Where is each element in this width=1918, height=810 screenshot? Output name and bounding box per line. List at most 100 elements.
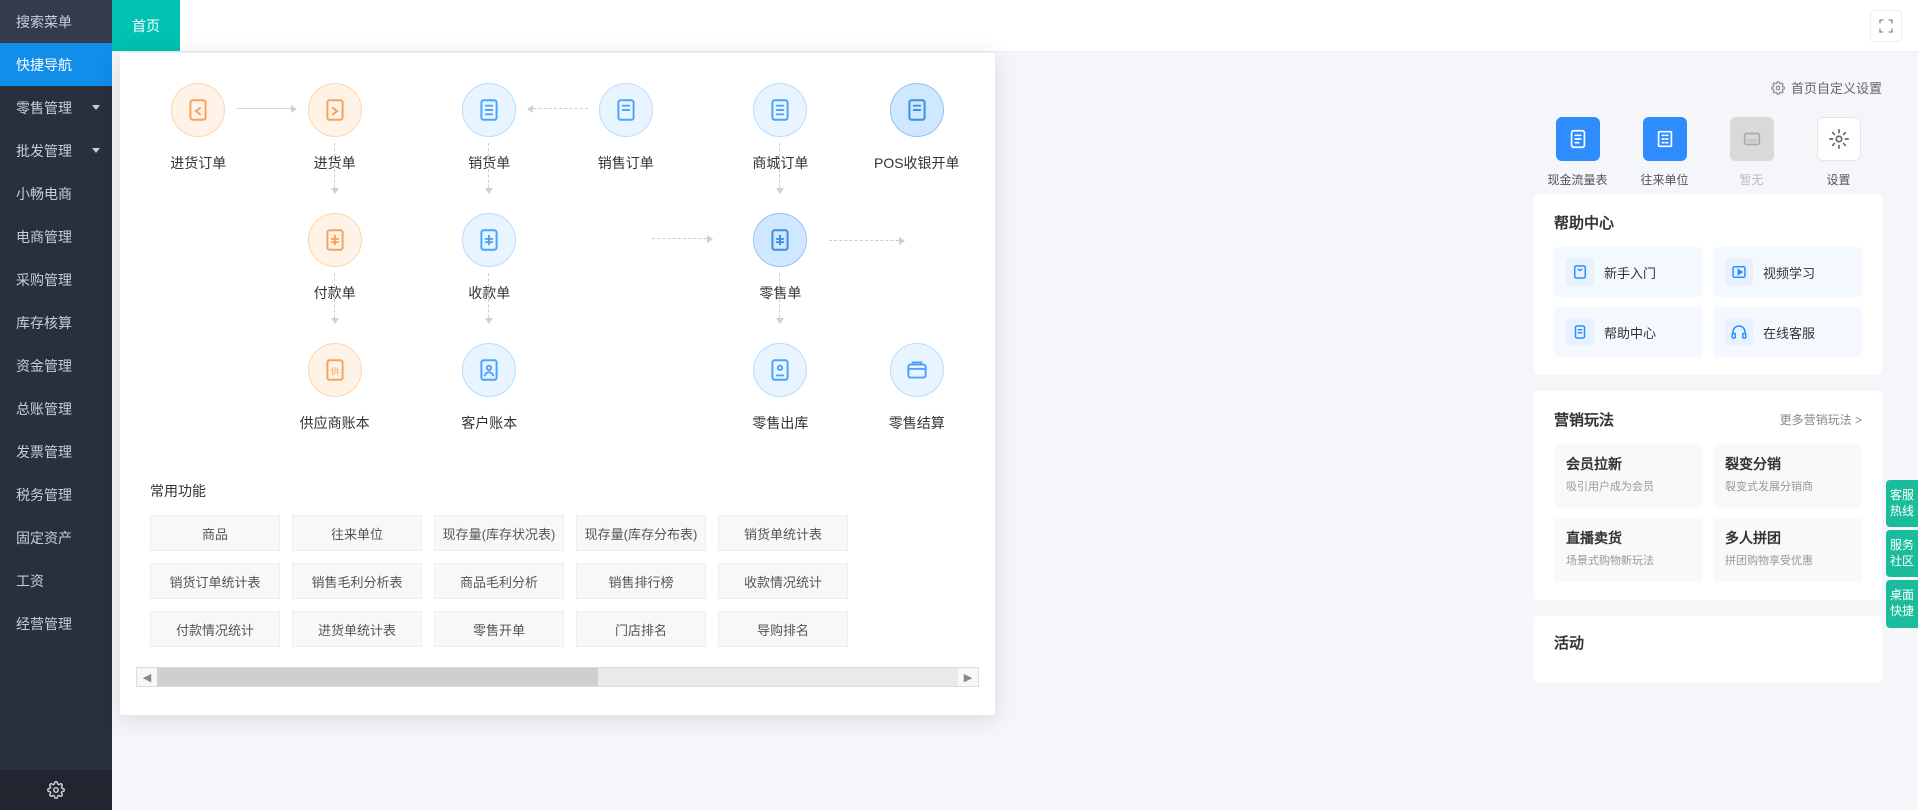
quick-shortcut-3[interactable]: 设置 xyxy=(1799,117,1879,188)
sidebar-item-0[interactable]: 搜索菜单 xyxy=(0,0,112,43)
sidebar-item-10[interactable]: 发票管理 xyxy=(0,430,112,473)
flow-node-label: 进货订单 xyxy=(130,153,266,173)
common-fn-12[interactable]: 零售开单 xyxy=(434,611,564,647)
sidebar-item-6[interactable]: 采购管理 xyxy=(0,258,112,301)
flow-row-0: 进货订单进货单销货单销售订单商城订单POS收银开单 xyxy=(120,83,995,213)
sidebar-item-5[interactable]: 电商管理 xyxy=(0,215,112,258)
sidebar-item-11[interactable]: 税务管理 xyxy=(0,473,112,516)
promo-more-link[interactable]: 更多营销玩法 > xyxy=(1780,411,1862,428)
home-custom-setting-link[interactable]: 首页自定义设置 xyxy=(1534,78,1882,97)
quick-shortcut-1[interactable]: 往来单位 xyxy=(1625,117,1705,188)
flow-node-进货订单[interactable]: 进货订单 xyxy=(130,83,266,213)
sidebar-item-3[interactable]: 批发管理 xyxy=(0,129,112,172)
sidebar-item-4[interactable]: 小畅电商 xyxy=(0,172,112,215)
list-icon xyxy=(462,83,516,137)
sidebar-item-label: 发票管理 xyxy=(16,442,72,462)
flow-node-商城订单[interactable]: 商城订单 xyxy=(712,83,848,213)
scroll-left-button[interactable]: ◀ xyxy=(137,668,157,686)
right-column: 首页自定义设置 现金流量表往来单位icon暂无设置 帮助中心 新手入门视频学习帮… xyxy=(1534,72,1882,683)
promo-item-3[interactable]: 多人拼团拼团购物享受优惠 xyxy=(1713,518,1862,582)
play-icon xyxy=(1725,258,1753,286)
quick-shortcut-2[interactable]: icon 暂无 xyxy=(1712,117,1792,188)
flow-node-供应商账本[interactable]: 供供应商账本 xyxy=(266,343,402,473)
outbound-icon xyxy=(753,343,807,397)
common-fn-7[interactable]: 商品毛利分析 xyxy=(434,563,564,599)
scroll-thumb[interactable] xyxy=(157,668,598,686)
sidebar-settings-button[interactable] xyxy=(0,770,112,810)
help-item-3[interactable]: 在线客服 xyxy=(1713,307,1862,357)
activity-card: 活动 xyxy=(1534,616,1882,683)
sidebar-item-label: 快捷导航 xyxy=(16,55,72,75)
sidebar-item-13[interactable]: 工资 xyxy=(0,559,112,602)
doc-out-icon xyxy=(308,83,362,137)
flow-row-2: 供供应商账本客户账本 零售出库零售结算 xyxy=(120,343,995,473)
promo-item-1[interactable]: 裂变分销裂变式发展分销商 xyxy=(1713,444,1862,508)
sidebar-item-label: 小畅电商 xyxy=(16,184,72,204)
sidebar-item-2[interactable]: 零售管理 xyxy=(0,86,112,129)
arrow-down-icon xyxy=(334,273,336,323)
tab-home[interactable]: 首页 xyxy=(112,0,180,51)
list-icon xyxy=(753,83,807,137)
settle-icon xyxy=(890,343,944,397)
sidebar-item-14[interactable]: 经营管理 xyxy=(0,602,112,645)
quick-shortcuts: 现金流量表往来单位 icon 暂无设置 xyxy=(1534,109,1882,194)
flow-node-进货单[interactable]: 进货单 xyxy=(266,83,402,213)
common-fn-2[interactable]: 现存量(库存状况表) xyxy=(434,515,564,551)
ribbon-item-0[interactable]: 客服热线 xyxy=(1886,480,1918,527)
scroll-right-button[interactable]: ▶ xyxy=(958,668,978,686)
common-fn-13[interactable]: 门店排名 xyxy=(576,611,706,647)
flow-node-零售结算[interactable]: 零售结算 xyxy=(849,343,985,473)
common-fn-5[interactable]: 销货订单统计表 xyxy=(150,563,280,599)
common-fn-8[interactable]: 销售排行榜 xyxy=(576,563,706,599)
promo-item-title: 直播卖货 xyxy=(1566,528,1691,548)
doc-in-icon xyxy=(171,83,225,137)
help-item-label: 在线客服 xyxy=(1763,323,1815,342)
sidebar-item-9[interactable]: 总账管理 xyxy=(0,387,112,430)
svg-text:icon: icon xyxy=(1746,138,1756,144)
sidebar-item-8[interactable]: 资金管理 xyxy=(0,344,112,387)
help-item-2[interactable]: 帮助中心 xyxy=(1554,307,1703,357)
doc-icon xyxy=(1556,117,1600,161)
sidebar-item-7[interactable]: 库存核算 xyxy=(0,301,112,344)
common-fn-6[interactable]: 销售毛利分析表 xyxy=(292,563,422,599)
scroll-track[interactable] xyxy=(157,668,958,686)
common-fn-0[interactable]: 商品 xyxy=(150,515,280,551)
horizontal-scrollbar[interactable]: ◀ ▶ xyxy=(136,667,979,687)
common-fn-14[interactable]: 导购排名 xyxy=(718,611,848,647)
common-fn-10[interactable]: 付款情况统计 xyxy=(150,611,280,647)
common-fn-3[interactable]: 现存量(库存分布表) xyxy=(576,515,706,551)
flow-node-零售出库[interactable]: 零售出库 xyxy=(712,343,848,473)
flow-node-销货单[interactable]: 销货单 xyxy=(421,83,557,213)
promo-item-title: 裂变分销 xyxy=(1725,454,1850,474)
flow-node-零售单[interactable]: 零售单 xyxy=(712,213,848,343)
common-fn-9[interactable]: 收款情况统计 xyxy=(718,563,848,599)
fullscreen-button[interactable] xyxy=(1870,10,1902,42)
help-item-label: 帮助中心 xyxy=(1604,323,1656,342)
sidebar-item-label: 搜索菜单 xyxy=(16,12,72,32)
money-icon xyxy=(308,213,362,267)
help-item-0[interactable]: 新手入门 xyxy=(1554,247,1703,297)
common-fn-1[interactable]: 往来单位 xyxy=(292,515,422,551)
money-icon xyxy=(462,213,516,267)
ribbon-item-1[interactable]: 服务社区 xyxy=(1886,530,1918,577)
flow-node-收款单[interactable]: 收款单 xyxy=(421,213,557,343)
common-fn-4[interactable]: 销货单统计表 xyxy=(718,515,848,551)
promo-item-title: 多人拼团 xyxy=(1725,528,1850,548)
common-fn-11[interactable]: 进货单统计表 xyxy=(292,611,422,647)
arrow-down-icon xyxy=(779,273,781,323)
flow-node-销售订单[interactable]: 销售订单 xyxy=(558,83,694,213)
flow-node-POS收银开单[interactable]: POS收银开单 xyxy=(849,83,985,213)
chevron-down-icon xyxy=(92,148,100,153)
sidebar-item-1[interactable]: 快捷导航 xyxy=(0,43,112,86)
promo-item-0[interactable]: 会员拉新吸引用户成为会员 xyxy=(1554,444,1703,508)
quick-shortcut-label: 暂无 xyxy=(1712,171,1792,188)
flow-node-付款单[interactable]: 付款单 xyxy=(266,213,402,343)
sidebar-item-12[interactable]: 固定资产 xyxy=(0,516,112,559)
flow-node-客户账本[interactable]: 客户账本 xyxy=(421,343,557,473)
ribbon-item-2[interactable]: 桌面快捷 xyxy=(1886,580,1918,627)
quick-shortcut-0[interactable]: 现金流量表 xyxy=(1538,117,1618,188)
headset-icon xyxy=(1725,318,1753,346)
help-item-1[interactable]: 视频学习 xyxy=(1713,247,1862,297)
promo-item-2[interactable]: 直播卖货场景式购物新玩法 xyxy=(1554,518,1703,582)
sidebar-item-label: 库存核算 xyxy=(16,313,72,333)
